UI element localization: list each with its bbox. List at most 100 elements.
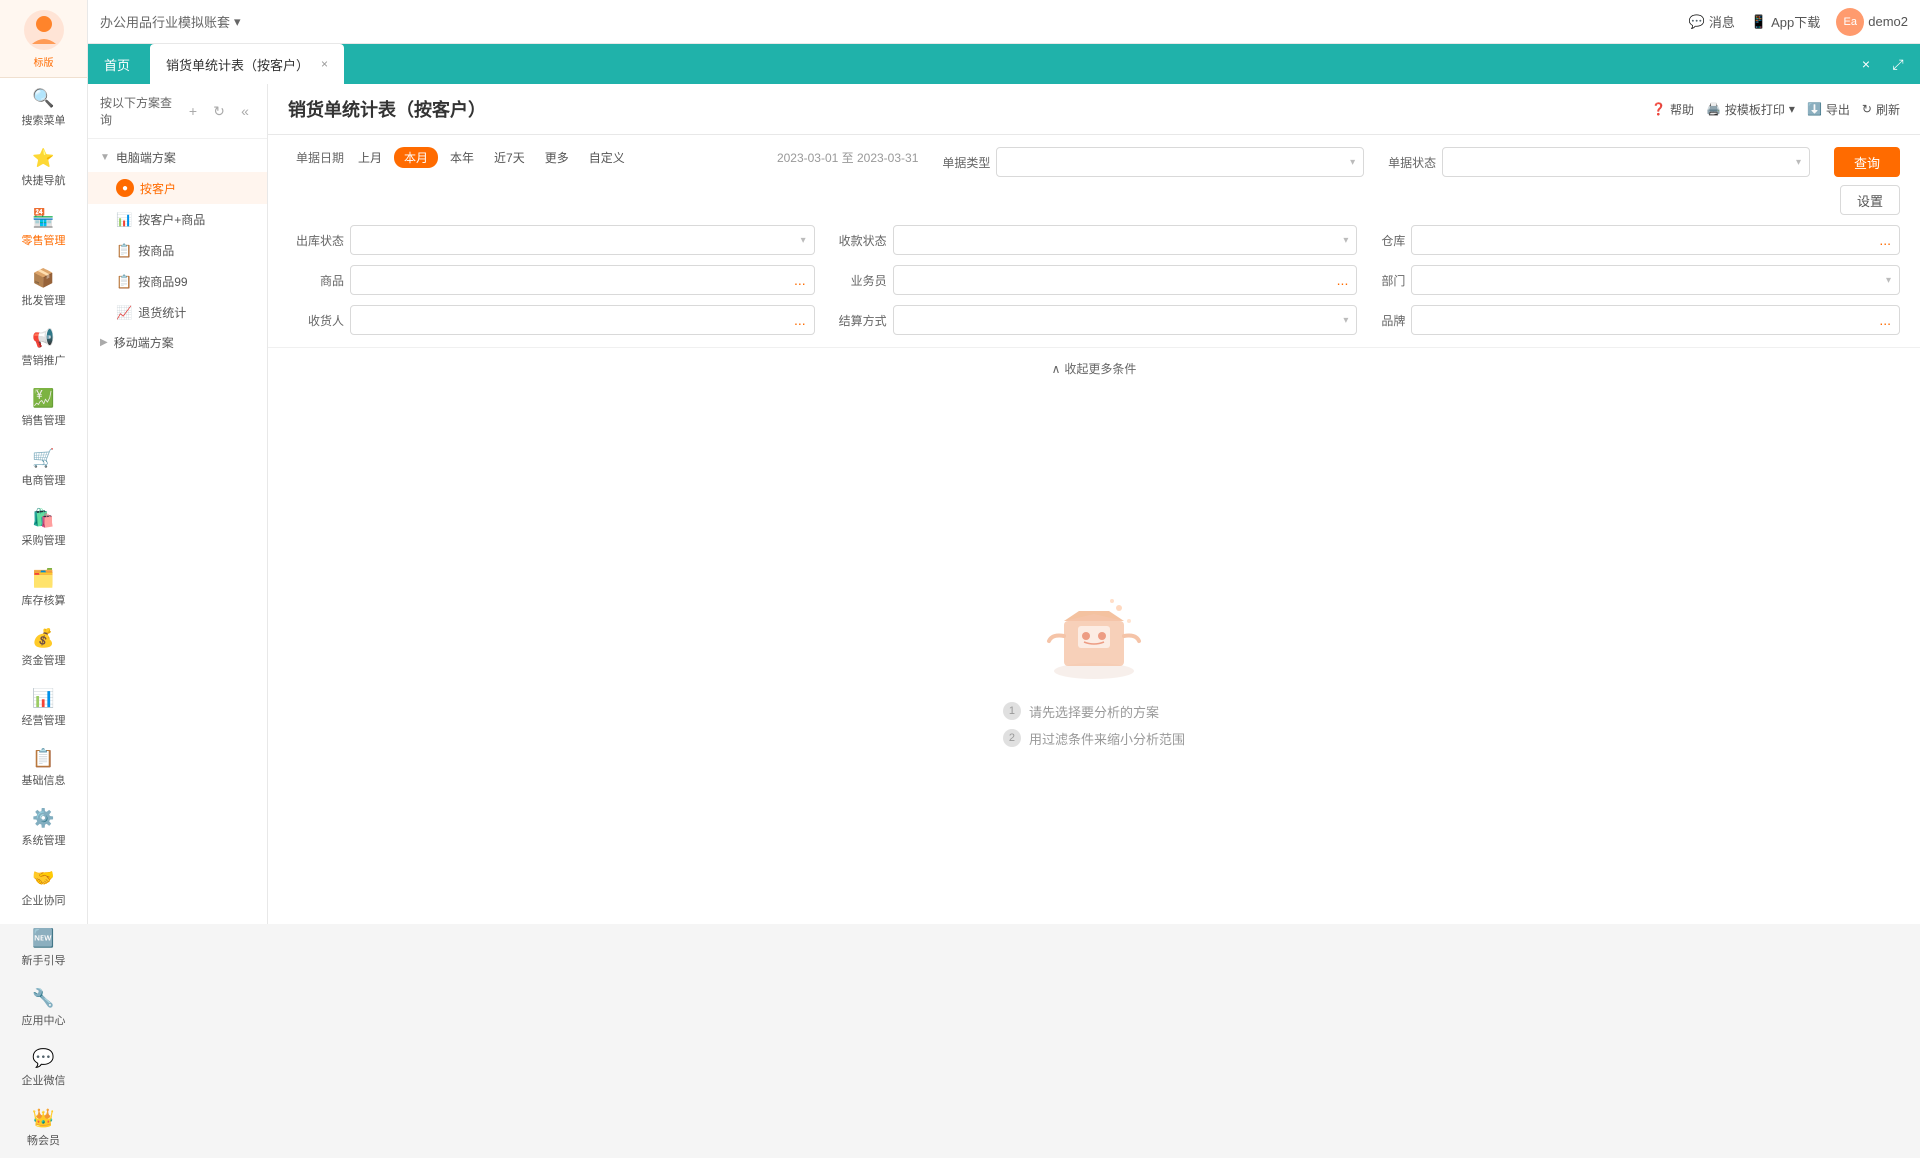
sidebar-basics-label: 基础信息 [22,772,66,788]
action-buttons: 查询 设置 [1826,147,1900,215]
department-label: 部门 [1373,272,1405,289]
sidebar-item-system[interactable]: ⚙️ 系统管理 [0,798,87,858]
tree-item-by-goods-99[interactable]: 📋 按商品99 [88,266,267,297]
export-label: 导出 [1826,101,1850,118]
finance-icon: 💰 [32,628,54,649]
receiver-input[interactable]: ... [350,305,815,335]
date-btn-more[interactable]: 更多 [537,147,577,168]
goods-dots-icon[interactable]: ... [794,272,806,288]
refresh-btn[interactable]: ↻ 刷新 [1862,101,1900,118]
brand-input[interactable]: ... [1411,305,1900,335]
username-label: demo2 [1868,14,1908,29]
sidebar-item-marketing[interactable]: 📢 营销推广 [0,318,87,378]
tab-close-all-btn[interactable]: × [1852,50,1880,78]
warehouse-dots-icon[interactable]: ... [1879,232,1891,248]
export-btn[interactable]: ⬇️ 导出 [1807,101,1850,118]
order-type-label: 单据类型 [934,154,990,171]
sidebar-item-ecommerce[interactable]: 🛒 电商管理 [0,438,87,498]
settlement-select[interactable]: ▾ [893,305,1358,335]
logo-area: 标版 [0,0,87,78]
tree-group-mobile-header[interactable]: ▶ 移动端方案 [88,328,267,357]
logo-text: 标版 [34,54,54,69]
date-btn-7days[interactable]: 近7天 [486,147,533,168]
tree-item-return-stats[interactable]: 📈 退货统计 [88,297,267,328]
sidebar-item-inventory[interactable]: 🗂️ 库存核算 [0,558,87,618]
date-btn-last-month[interactable]: 上月 [350,147,390,168]
brand-dots-icon[interactable]: ... [1879,312,1891,328]
sidebar-item-finance[interactable]: 💰 资金管理 [0,618,87,678]
refresh-label: 刷新 [1876,101,1900,118]
tab-sales-stats[interactable]: 销货单统计表（按客户） × [150,44,344,84]
sidebar-item-quick-nav[interactable]: ⭐ 快捷导航 [0,138,87,198]
sidebar-item-operations[interactable]: 📊 经营管理 [0,678,87,738]
tree-item-by-customer-goods[interactable]: 📊 按客户+商品 [88,204,267,235]
by-goods-99-icon: 📋 [116,274,132,290]
message-btn[interactable]: 💬 消息 [1689,12,1735,31]
page-header-actions: ❓ 帮助 🖨️ 按模板打印 ▾ ⬇️ 导出 ↻ 刷新 [1651,101,1900,130]
refresh-scheme-btn[interactable]: ↻ [209,101,229,121]
sidebar-item-member[interactable]: 👑 畅会员 [0,1098,87,1158]
goods-input[interactable]: ... [350,265,815,295]
department-select[interactable]: ▾ [1411,265,1900,295]
sidebar-item-wholesale[interactable]: 📦 批发管理 [0,258,87,318]
sidebar-item-purchase[interactable]: 🛍️ 采购管理 [0,498,87,558]
empty-state: 1 请先选择要分析的方案 2 用过滤条件来缩小分析范围 [268,389,1920,924]
empty-tips: 1 请先选择要分析的方案 2 用过滤条件来缩小分析范围 [1003,702,1185,748]
app-download-btn[interactable]: 📱 App下载 [1751,12,1820,31]
collapse-panel-btn[interactable]: « [235,101,255,121]
avatar: Ea [1836,8,1864,36]
payment-status-select[interactable]: ▾ [893,225,1358,255]
sidebar-item-basics[interactable]: 📋 基础信息 [0,738,87,798]
left-panel-icons: + ↻ « [183,101,255,121]
collapse-up-icon: ∧ [1052,362,1061,376]
sidebar-operations-label: 经营管理 [22,712,66,728]
help-btn[interactable]: ❓ 帮助 [1651,101,1694,118]
tab-home[interactable]: 首页 [88,44,146,84]
sidebar-item-enterprise[interactable]: 🤝 企业协同 [0,858,87,918]
setting-button[interactable]: 设置 [1840,185,1900,215]
desktop-scheme-label: 电脑端方案 [116,149,176,166]
warehouse-input[interactable]: ... [1411,225,1900,255]
salesperson-input[interactable]: ... [893,265,1358,295]
date-btn-this-year[interactable]: 本年 [442,147,482,168]
user-menu[interactable]: Ea demo2 [1836,8,1908,36]
print-btn[interactable]: 🖨️ 按模板打印 ▾ [1706,101,1795,118]
tree-group-desktop-header[interactable]: ▼ 电脑端方案 [88,143,267,172]
collapse-button[interactable]: ∧ 收起更多条件 [1040,356,1149,381]
active-tab-label: 销货单统计表（按客户） [166,55,309,74]
topbar-left: 办公用品行业模拟账套 ▾ [100,12,241,31]
date-btn-this-month[interactable]: 本月 [394,147,438,168]
salesperson-dots-icon[interactable]: ... [1337,272,1349,288]
sidebar-item-search[interactable]: 🔍 搜索菜单 [0,78,87,138]
app-download-label: App下载 [1771,12,1820,31]
sidebar-item-wechat[interactable]: 💬 企业微信 [0,1038,87,1098]
out-status-select[interactable]: ▾ [350,225,815,255]
tree-group-mobile: ▶ 移动端方案 [88,328,267,357]
order-status-select[interactable]: ▾ [1442,147,1810,177]
date-btn-custom[interactable]: 自定义 [581,147,633,168]
receiver-dots-icon[interactable]: ... [794,312,806,328]
sidebar-appcenter-label: 应用中心 [22,1012,66,1028]
sidebar-item-appcenter[interactable]: 🔧 应用中心 [0,978,87,1038]
sidebar-item-guide[interactable]: 🆕 新手引导 [0,918,87,978]
collapse-bar: ∧ 收起更多条件 [268,347,1920,389]
salesperson-label: 业务员 [831,272,887,289]
app-switcher[interactable]: 办公用品行业模拟账套 ▾ [100,12,241,31]
query-button[interactable]: 查询 [1834,147,1900,177]
goods-label: 商品 [288,272,344,289]
tabbar: 首页 销货单统计表（按客户） × × ⤢ [88,44,1920,84]
guide-icon: 🆕 [32,928,54,949]
sidebar-marketing-label: 营销推广 [22,352,66,368]
tip-text-1: 请先选择要分析的方案 [1029,702,1159,721]
add-scheme-btn[interactable]: + [183,101,203,121]
return-stats-icon: 📈 [116,305,132,321]
order-type-select[interactable]: ▾ [996,147,1364,177]
tree-item-by-customer[interactable]: ● 按客户 [88,172,267,204]
tab-close-icon[interactable]: × [321,57,328,71]
tab-maximize-btn[interactable]: ⤢ [1884,50,1912,78]
sidebar-wechat-label: 企业微信 [22,1072,66,1088]
settlement-label: 结算方式 [831,312,887,329]
sidebar-item-sales[interactable]: 💹 销售管理 [0,378,87,438]
tree-item-by-goods[interactable]: 📋 按商品 [88,235,267,266]
sidebar-item-retail[interactable]: 🏪 零售管理 [0,198,87,258]
